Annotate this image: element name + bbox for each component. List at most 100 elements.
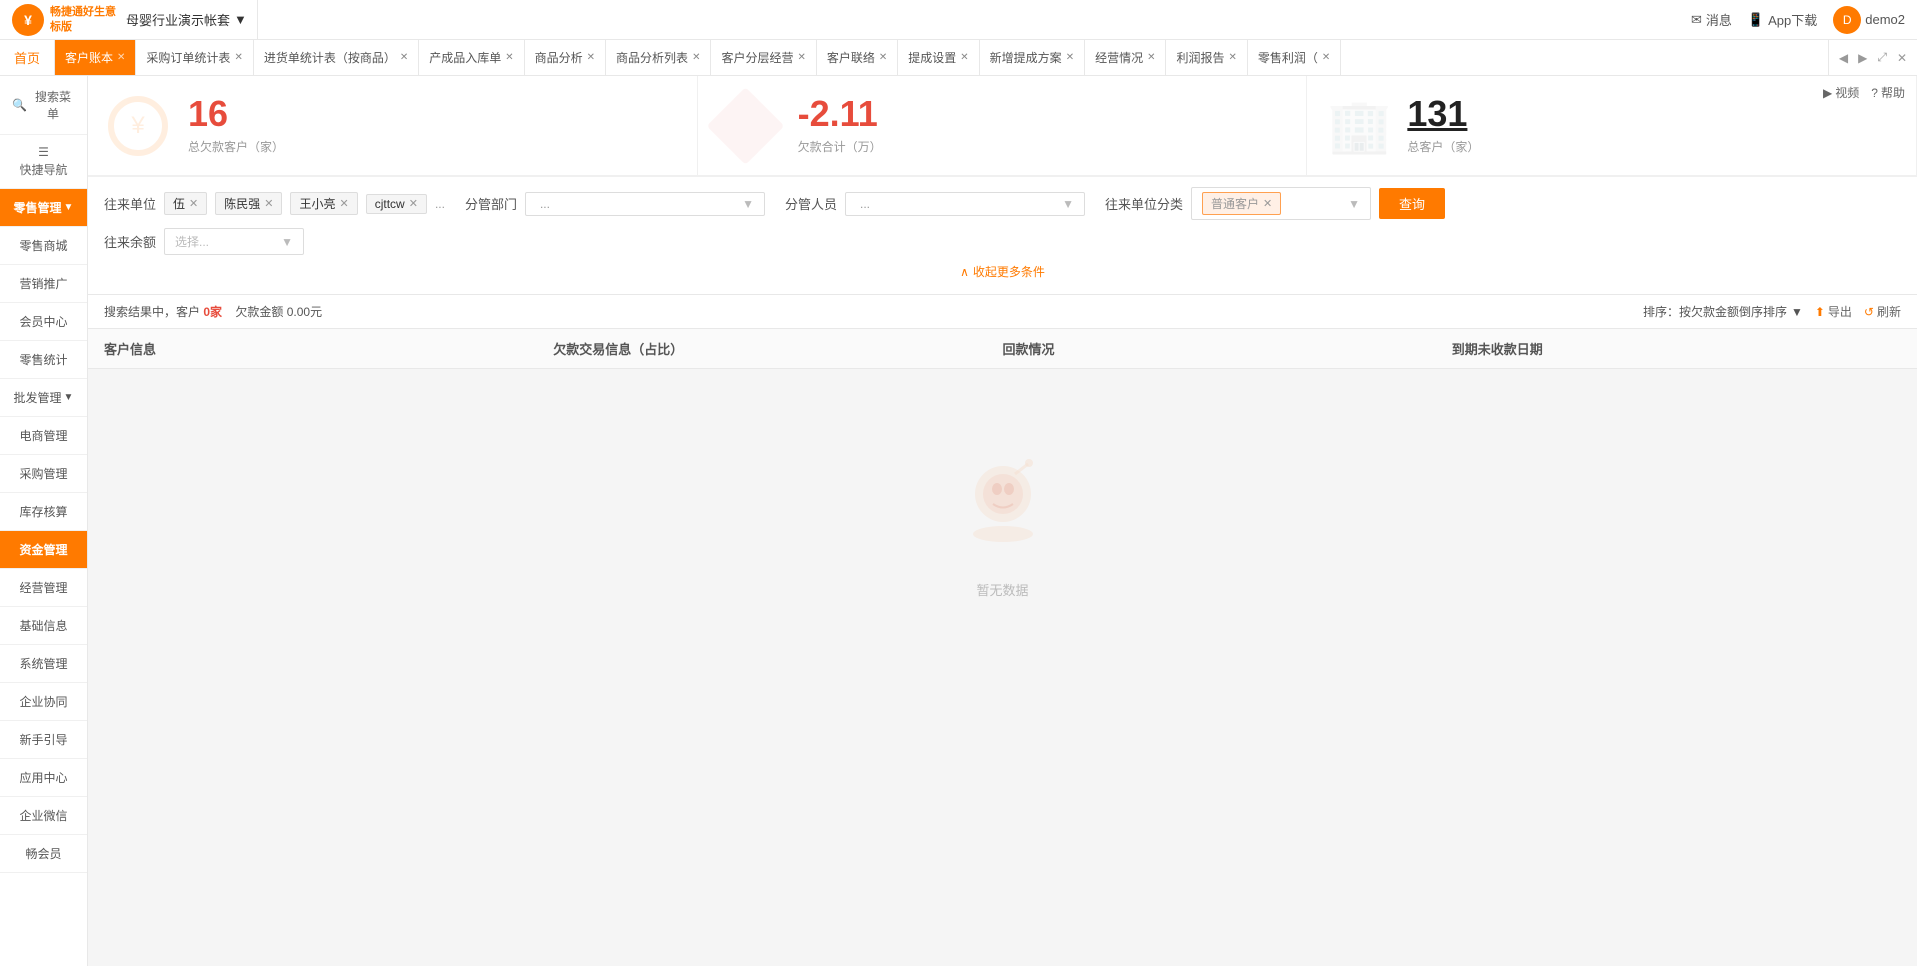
result-customer-count: 0家 xyxy=(203,305,222,319)
filter-row-1: 往来单位 伍 ✕ 陈民强 ✕ 王小亮 ✕ cjttcw ✕ ... xyxy=(104,187,1901,220)
remove-wang-tag-button[interactable]: ✕ xyxy=(340,197,349,210)
close-icon[interactable]: ✕ xyxy=(692,52,700,63)
logo-icon: ¥ xyxy=(12,4,44,36)
filter-tag-unit: 伍 ✕ xyxy=(164,192,207,215)
sidebar-item-vip-member[interactable]: 畅会员 xyxy=(0,835,87,873)
close-icon[interactable]: ✕ xyxy=(234,52,242,63)
chevron-down-icon: ▼ xyxy=(64,392,74,403)
nav-next-button[interactable]: ▶ xyxy=(1854,49,1871,67)
sidebar-item-basic-info[interactable]: 基础信息 xyxy=(0,607,87,645)
export-button[interactable]: ⬆ 导出 xyxy=(1815,303,1852,320)
close-icon[interactable]: ✕ xyxy=(1066,52,1074,63)
close-icon[interactable]: ✕ xyxy=(117,52,125,63)
close-icon[interactable]: ✕ xyxy=(1147,52,1155,63)
remove-unit-class-button[interactable]: ✕ xyxy=(1263,197,1272,210)
nav-tabs: 首页 客户账本 ✕ 采购订单统计表 ✕ 进货单统计表（按商品） ✕ 产成品入库单… xyxy=(0,40,1917,76)
remove-unit-tag-button[interactable]: ✕ xyxy=(189,197,198,210)
sidebar-item-finance[interactable]: 资金管理 xyxy=(0,531,87,569)
sidebar-item-app-center[interactable]: 应用中心 xyxy=(0,759,87,797)
help-button[interactable]: ? 帮助 xyxy=(1871,84,1905,101)
tab-product-entry[interactable]: 产成品入库单 ✕ xyxy=(419,40,524,75)
close-icon[interactable]: ✕ xyxy=(1322,52,1330,63)
more-tags-button[interactable]: ... xyxy=(435,197,445,211)
chevron-up-icon: ∧ xyxy=(960,265,969,279)
tab-operation[interactable]: 经营情况 ✕ xyxy=(1085,40,1166,75)
chevron-down-icon: ▼ xyxy=(1791,305,1803,319)
person-chevron-down-icon: ▼ xyxy=(1062,197,1074,211)
app-download-button[interactable]: 📱 App下载 xyxy=(1748,10,1817,29)
stat-owe-label: 欠款合计（万） xyxy=(798,138,882,155)
tab-home[interactable]: 首页 xyxy=(0,40,55,75)
sidebar-item-enterprise-wechat[interactable]: 企业微信 xyxy=(0,797,87,835)
balance-filter-label: 往来余额 xyxy=(104,232,156,251)
sidebar-item-enterprise-collab[interactable]: 企业协同 xyxy=(0,683,87,721)
col-owe-info: 欠款交易信息（占比） xyxy=(553,339,1002,358)
sidebar-item-retail-stats[interactable]: 零售统计 xyxy=(0,341,87,379)
nav-prev-button[interactable]: ◀ xyxy=(1835,49,1852,67)
sidebar-item-purchase[interactable]: 采购管理 xyxy=(0,455,87,493)
filter-area: 往来单位 伍 ✕ 陈民强 ✕ 王小亮 ✕ cjttcw ✕ ... xyxy=(88,177,1917,295)
dept-dots[interactable]: ... xyxy=(540,197,550,211)
tab-purchase-order[interactable]: 采购订单统计表 ✕ xyxy=(136,40,253,75)
refresh-icon: ↺ xyxy=(1864,305,1874,319)
sidebar-item-retail-store[interactable]: 零售商城 xyxy=(0,227,87,265)
query-button[interactable]: 查询 xyxy=(1379,188,1445,219)
store-selector[interactable]: 母婴行业演示帐套 ▼ xyxy=(116,0,258,39)
nav-icon: ☰ xyxy=(38,145,49,159)
sidebar-item-operation[interactable]: 经营管理 xyxy=(0,569,87,607)
sidebar-item-marketing[interactable]: 营销推广 xyxy=(0,265,87,303)
sort-select[interactable]: 排序：按欠款金额倒序排序 ▼ xyxy=(1643,303,1803,320)
chevron-down-icon: ▼ xyxy=(64,202,74,213)
tab-profit-report[interactable]: 利润报告 ✕ xyxy=(1166,40,1247,75)
tab-purchase-stats[interactable]: 进货单统计表（按商品） ✕ xyxy=(254,40,419,75)
sidebar-quick-nav[interactable]: ☰ 快捷导航 xyxy=(0,135,87,189)
person-filter-label: 分管人员 xyxy=(785,194,837,213)
nav-expand-button[interactable]: ⤢ xyxy=(1873,48,1891,67)
sidebar-item-wholesale[interactable]: 批发管理 ▼ xyxy=(0,379,87,417)
chevron-down-icon: ▼ xyxy=(234,12,247,27)
close-icon[interactable]: ✕ xyxy=(587,52,595,63)
sidebar-item-inventory[interactable]: 库存核算 xyxy=(0,493,87,531)
close-icon[interactable]: ✕ xyxy=(879,52,887,63)
remove-chen-tag-button[interactable]: ✕ xyxy=(264,197,273,210)
close-icon[interactable]: ✕ xyxy=(1229,52,1237,63)
close-icon[interactable]: ✕ xyxy=(400,52,408,63)
person-dots[interactable]: ... xyxy=(860,197,870,211)
sidebar-item-retail-management[interactable]: 零售管理 ▼ xyxy=(0,189,87,227)
unit-class-select[interactable]: 普通客户 ✕ ▼ xyxy=(1191,187,1371,220)
tab-retail-profit[interactable]: 零售利润（ ✕ xyxy=(1248,40,1341,75)
tab-new-plan[interactable]: 新增提成方案 ✕ xyxy=(980,40,1085,75)
collapse-button[interactable]: ∧ 收起更多条件 xyxy=(960,263,1045,280)
nav-arrows: ◀ ▶ ⤢ ✕ xyxy=(1828,40,1917,75)
tab-customer-contact[interactable]: 客户联络 ✕ xyxy=(817,40,898,75)
tab-settings[interactable]: 提成设置 ✕ xyxy=(898,40,979,75)
result-text: 搜索结果中，客户 0家 欠款金额 0.00元 xyxy=(104,303,322,320)
sidebar-item-member-center[interactable]: 会员中心 xyxy=(0,303,87,341)
video-button[interactable]: ▶ 视频 xyxy=(1823,84,1859,101)
tab-customer-account[interactable]: 客户账本 ✕ xyxy=(55,40,136,75)
dept-select[interactable]: ... ▼ xyxy=(525,192,765,216)
message-icon: ✉ xyxy=(1691,12,1702,28)
nav-close-all-button[interactable]: ✕ xyxy=(1893,49,1911,67)
sidebar-item-new-user-guide[interactable]: 新手引导 xyxy=(0,721,87,759)
search-menu-button[interactable]: 🔍 搜索菜单 xyxy=(8,84,79,126)
person-select[interactable]: ... ▼ xyxy=(845,192,1085,216)
top-right-actions: ✉ 消息 📱 App下载 D demo2 xyxy=(1691,6,1905,34)
question-icon: ? xyxy=(1871,86,1878,100)
sidebar-item-ecommerce[interactable]: 电商管理 xyxy=(0,417,87,455)
close-icon[interactable]: ✕ xyxy=(960,52,968,63)
sidebar-search-area: 🔍 搜索菜单 xyxy=(0,76,87,135)
close-icon[interactable]: ✕ xyxy=(505,52,513,63)
messages-button[interactable]: ✉ 消息 xyxy=(1691,10,1732,29)
tab-product-analysis[interactable]: 商品分析 ✕ xyxy=(525,40,606,75)
balance-select[interactable]: 选择... ▼ xyxy=(164,228,304,255)
remove-cjttcw-tag-button[interactable]: ✕ xyxy=(409,197,418,210)
close-icon[interactable]: ✕ xyxy=(797,52,805,63)
sidebar-item-system[interactable]: 系统管理 xyxy=(0,645,87,683)
tab-customer-segment[interactable]: 客户分层经营 ✕ xyxy=(711,40,816,75)
stat-owe-number: -2.11 xyxy=(798,96,882,132)
user-menu[interactable]: D demo2 xyxy=(1833,6,1905,34)
refresh-button[interactable]: ↺ 刷新 xyxy=(1864,303,1901,320)
tab-product-analysis-list[interactable]: 商品分析列表 ✕ xyxy=(606,40,711,75)
stat-total-label: 总客户（家） xyxy=(1407,138,1479,155)
